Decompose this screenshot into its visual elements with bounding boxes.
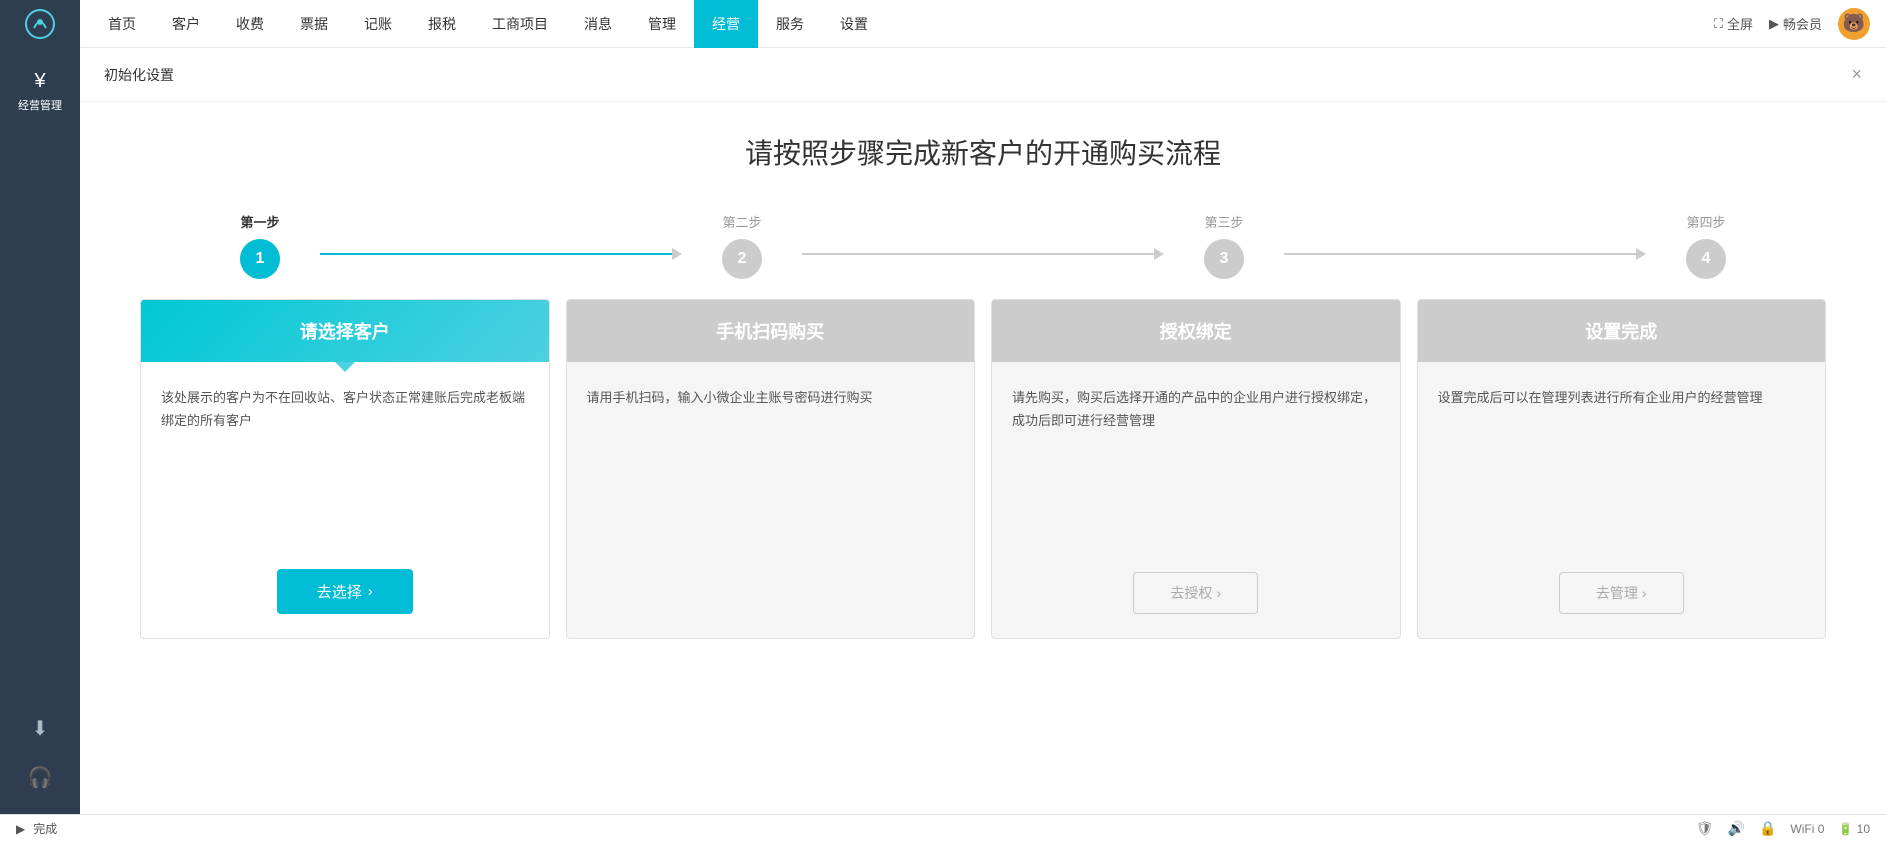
sidebar-bottom: ⬇ 🎧: [20, 708, 61, 814]
connector-1: [320, 248, 682, 260]
nav-item-customer[interactable]: 客户: [154, 0, 218, 48]
step-1-label: 第一步: [240, 212, 279, 231]
play-status-icon: ▶: [16, 822, 25, 836]
card-1-footer: 去选择 ›: [141, 553, 549, 638]
body-wrap: ¥ 经营管理 ⬇ 🎧 初始化设置 × 请按照步骤完成新客户的开通购买流程 第一步…: [0, 48, 1886, 814]
sidebar-item-label: 经营管理: [18, 97, 62, 113]
play-icon: ▶: [1769, 16, 1779, 32]
card-4-footer: 去管理 ›: [1418, 556, 1826, 638]
step-1: 第一步 1: [200, 212, 320, 279]
download-icon[interactable]: ⬇: [24, 708, 57, 749]
go-authorize-button[interactable]: 去授权 ›: [1133, 572, 1258, 614]
step-1-circle: 1: [240, 239, 280, 279]
shield-icon: 🛡: [1696, 820, 1714, 837]
fullscreen-icon: ⛶: [1714, 16, 1723, 32]
step-2: 第二步 2: [682, 212, 802, 279]
go-select-button[interactable]: 去选择 ›: [277, 569, 413, 614]
card-1-header: 请选择客户: [141, 300, 549, 362]
card-4-header: 设置完成: [1418, 300, 1826, 362]
fullscreen-btn[interactable]: ⛶ 全屏: [1714, 14, 1753, 33]
card-3-footer: 去授权 ›: [992, 556, 1400, 638]
go-manage-button[interactable]: 去管理 ›: [1559, 572, 1684, 614]
flow-main-title: 请按照步骤完成新客户的开通购买流程: [140, 132, 1826, 172]
battery-icon: 🔋 10: [1838, 822, 1870, 836]
card-4-body: 设置完成后可以在管理列表进行所有企业用户的经营管理: [1418, 362, 1826, 556]
card-2-body: 请用手机扫码，输入小微企业主账号密码进行购买: [567, 362, 975, 598]
card-4: 设置完成 设置完成后可以在管理列表进行所有企业用户的经营管理 去管理 ›: [1417, 299, 1827, 639]
nav-item-industry[interactable]: 工商项目: [474, 0, 566, 48]
nav-items: 首页 客户 收费 票据 记账 报税 工商项目 消息 管理 经营 服务 设置: [80, 0, 1714, 48]
status-bar: ▶ 完成 🛡 🔊 🔒 WiFi 0 🔋 10: [0, 814, 1886, 842]
nav-item-service[interactable]: 服务: [758, 0, 822, 48]
vip-label: 畅会员: [1783, 14, 1822, 33]
nav-logo: [0, 0, 80, 48]
nav-item-account[interactable]: 记账: [346, 0, 410, 48]
step-4-circle: 4: [1686, 239, 1726, 279]
step-3-circle: 3: [1204, 239, 1244, 279]
nav-item-operation[interactable]: 经营: [694, 0, 758, 48]
card-2-header: 手机扫码购买: [567, 300, 975, 362]
card-2: 手机扫码购买 请用手机扫码，输入小微企业主账号密码进行购买: [566, 299, 976, 639]
step-2-label: 第二步: [722, 212, 761, 231]
step-3: 第三步 3: [1164, 212, 1284, 279]
top-nav: 首页 客户 收费 票据 记账 报税 工商项目 消息 管理 经营 服务 设置 ⛶ …: [0, 0, 1886, 48]
close-button[interactable]: ×: [1851, 64, 1862, 85]
card-3-header: 授权绑定: [992, 300, 1400, 362]
nav-item-tax[interactable]: 报税: [410, 0, 474, 48]
volume-icon: 🔊: [1728, 820, 1745, 837]
status-label: 完成: [33, 820, 57, 837]
card-3: 授权绑定 请先购买，购买后选择开通的产品中的企业用户进行授权绑定，成功后即可进行…: [991, 299, 1401, 639]
connector-3: [1284, 248, 1646, 260]
flow-content: 请按照步骤完成新客户的开通购买流程 第一步 1 第二步: [80, 102, 1886, 679]
nav-item-manage[interactable]: 管理: [630, 0, 694, 48]
step-4: 第四步 4: [1646, 212, 1766, 279]
lock-icon: 🔒: [1759, 820, 1776, 837]
wifi-icon: WiFi 0: [1790, 822, 1824, 836]
headset-icon[interactable]: 🎧: [20, 757, 61, 798]
sidebar-item-operation[interactable]: ¥ 经营管理: [0, 58, 80, 125]
vip-btn[interactable]: ▶ 畅会员: [1769, 14, 1822, 33]
nav-right: ⛶ 全屏 ▶ 畅会员 🐻: [1714, 8, 1886, 40]
nav-item-fee[interactable]: 收费: [218, 0, 282, 48]
avatar[interactable]: 🐻: [1838, 8, 1870, 40]
step-3-label: 第三步: [1204, 212, 1243, 231]
page-header: 初始化设置 ×: [80, 48, 1886, 102]
step-2-circle: 2: [722, 239, 762, 279]
card-2-footer: [567, 598, 975, 638]
status-bar-right: 🛡 🔊 🔒 WiFi 0 🔋 10: [1696, 820, 1870, 837]
nav-item-home[interactable]: 首页: [90, 0, 154, 48]
connector-2: [802, 248, 1164, 260]
card-1-body: 该处展示的客户为不在回收站、客户状态正常建账后完成老板端绑定的所有客户: [141, 362, 549, 553]
card-3-body: 请先购买，购买后选择开通的产品中的企业用户进行授权绑定，成功后即可进行经营管理: [992, 362, 1400, 556]
nav-item-invoice[interactable]: 票据: [282, 0, 346, 48]
page-title: 初始化设置: [104, 65, 174, 85]
status-bar-left: ▶ 完成: [16, 820, 57, 837]
sidebar: ¥ 经营管理 ⬇ 🎧: [0, 48, 80, 814]
card-1: 请选择客户 该处展示的客户为不在回收站、客户状态正常建账后完成老板端绑定的所有客…: [140, 299, 550, 639]
nav-item-settings[interactable]: 设置: [822, 0, 886, 48]
nav-item-message[interactable]: 消息: [566, 0, 630, 48]
yuan-icon: ¥: [34, 70, 45, 93]
cards-row: 请选择客户 该处展示的客户为不在回收站、客户状态正常建账后完成老板端绑定的所有客…: [140, 299, 1826, 639]
fullscreen-label: 全屏: [1727, 14, 1753, 33]
step-4-label: 第四步: [1686, 212, 1725, 231]
main-content: 初始化设置 × 请按照步骤完成新客户的开通购买流程 第一步 1: [80, 48, 1886, 814]
